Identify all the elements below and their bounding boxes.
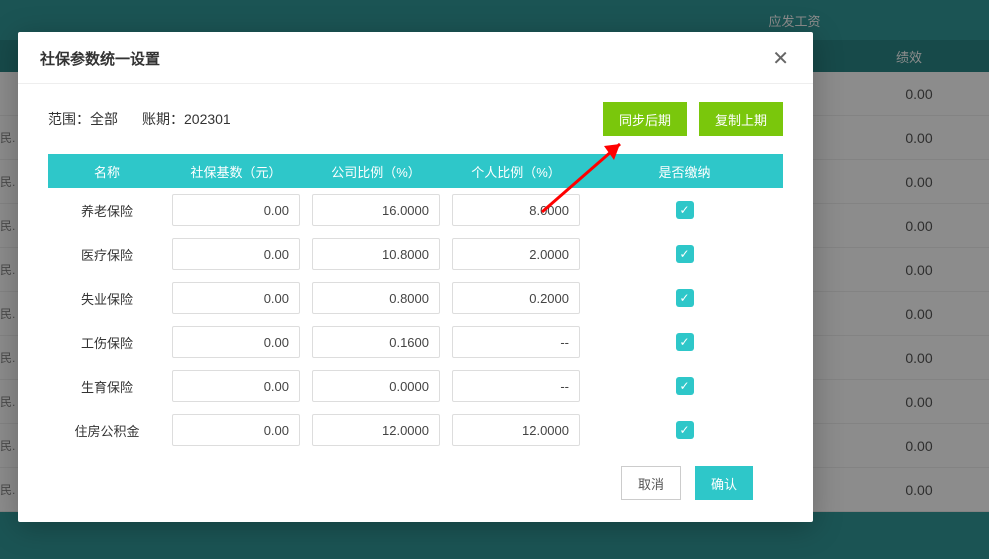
table-row: 失业保险 ✓ [48,276,783,320]
cell-base [166,238,306,270]
cell-base [166,194,306,226]
sync-later-button[interactable]: 同步后期 [603,102,687,136]
confirm-button[interactable]: 确认 [695,466,753,500]
modal-title: 社保参数统一设置 [40,48,160,69]
base-input[interactable] [172,194,300,226]
cell-pays: ✓ [586,377,783,395]
row-name: 生育保险 [48,377,166,396]
table-header: 名称 社保基数（元） 公司比例（%） 个人比例（%） 是否缴纳 [48,154,783,188]
social-params-modal: 社保参数统一设置 ✕ 范围：全部 账期：202301 同步后期 复制上期 名称 … [18,32,813,522]
cell-pays: ✓ [586,201,783,219]
pays-checkbox[interactable]: ✓ [676,245,694,263]
col-pays: 是否缴纳 [586,162,783,181]
table-body: 养老保险 ✓ 医疗保险 ✓ 失业保险 ✓ 工伤保险 ✓ 生育保险 ✓ 住房公积金 ✓ [48,188,783,452]
cell-base [166,326,306,358]
cell-comp [306,282,446,314]
pers-input[interactable] [452,282,580,314]
range-label: 范围：全部 [48,109,118,129]
cell-pers [446,194,586,226]
modal-body: 范围：全部 账期：202301 同步后期 复制上期 名称 社保基数（元） 公司比… [18,84,813,522]
row-name: 医疗保险 [48,245,166,264]
base-input[interactable] [172,414,300,446]
col-pers: 个人比例（%） [446,162,586,181]
col-name: 名称 [48,162,166,181]
cell-pers [446,238,586,270]
comp-input[interactable] [312,414,440,446]
pers-input[interactable] [452,370,580,402]
pays-checkbox[interactable]: ✓ [676,333,694,351]
cell-base [166,370,306,402]
info-row: 范围：全部 账期：202301 同步后期 复制上期 [48,102,783,136]
col-comp: 公司比例（%） [306,162,446,181]
close-button[interactable]: ✕ [772,49,789,69]
cancel-button[interactable]: 取消 [621,466,681,500]
modal-footer: 取消 确认 [48,452,783,500]
pers-input[interactable] [452,414,580,446]
cell-pays: ✓ [586,245,783,263]
table-row: 生育保险 ✓ [48,364,783,408]
cell-comp [306,194,446,226]
cell-pers [446,326,586,358]
base-input[interactable] [172,282,300,314]
table-row: 住房公积金 ✓ [48,408,783,452]
period-label: 账期：202301 [142,109,231,129]
cell-comp [306,238,446,270]
comp-input[interactable] [312,370,440,402]
cell-pers [446,282,586,314]
close-icon: ✕ [772,48,789,70]
row-name: 住房公积金 [48,421,166,440]
base-input[interactable] [172,326,300,358]
cell-pers [446,370,586,402]
comp-input[interactable] [312,238,440,270]
comp-input[interactable] [312,194,440,226]
pays-checkbox[interactable]: ✓ [676,201,694,219]
pays-checkbox[interactable]: ✓ [676,377,694,395]
cell-pers [446,414,586,446]
comp-input[interactable] [312,326,440,358]
cell-pays: ✓ [586,421,783,439]
row-name: 工伤保险 [48,333,166,352]
cell-pays: ✓ [586,289,783,307]
comp-input[interactable] [312,282,440,314]
pers-input[interactable] [452,238,580,270]
cell-base [166,414,306,446]
base-input[interactable] [172,238,300,270]
table-row: 医疗保险 ✓ [48,232,783,276]
table-row: 养老保险 ✓ [48,188,783,232]
pays-checkbox[interactable]: ✓ [676,421,694,439]
cell-pays: ✓ [586,333,783,351]
pays-checkbox[interactable]: ✓ [676,289,694,307]
pers-input[interactable] [452,326,580,358]
modal-header: 社保参数统一设置 ✕ [18,32,813,84]
cell-comp [306,370,446,402]
pers-input[interactable] [452,194,580,226]
row-name: 养老保险 [48,201,166,220]
row-name: 失业保险 [48,289,166,308]
copy-prev-button[interactable]: 复制上期 [699,102,783,136]
table-row: 工伤保险 ✓ [48,320,783,364]
col-base: 社保基数（元） [166,162,306,181]
cell-comp [306,326,446,358]
base-input[interactable] [172,370,300,402]
cell-comp [306,414,446,446]
info-actions: 同步后期 复制上期 [603,102,783,136]
cell-base [166,282,306,314]
